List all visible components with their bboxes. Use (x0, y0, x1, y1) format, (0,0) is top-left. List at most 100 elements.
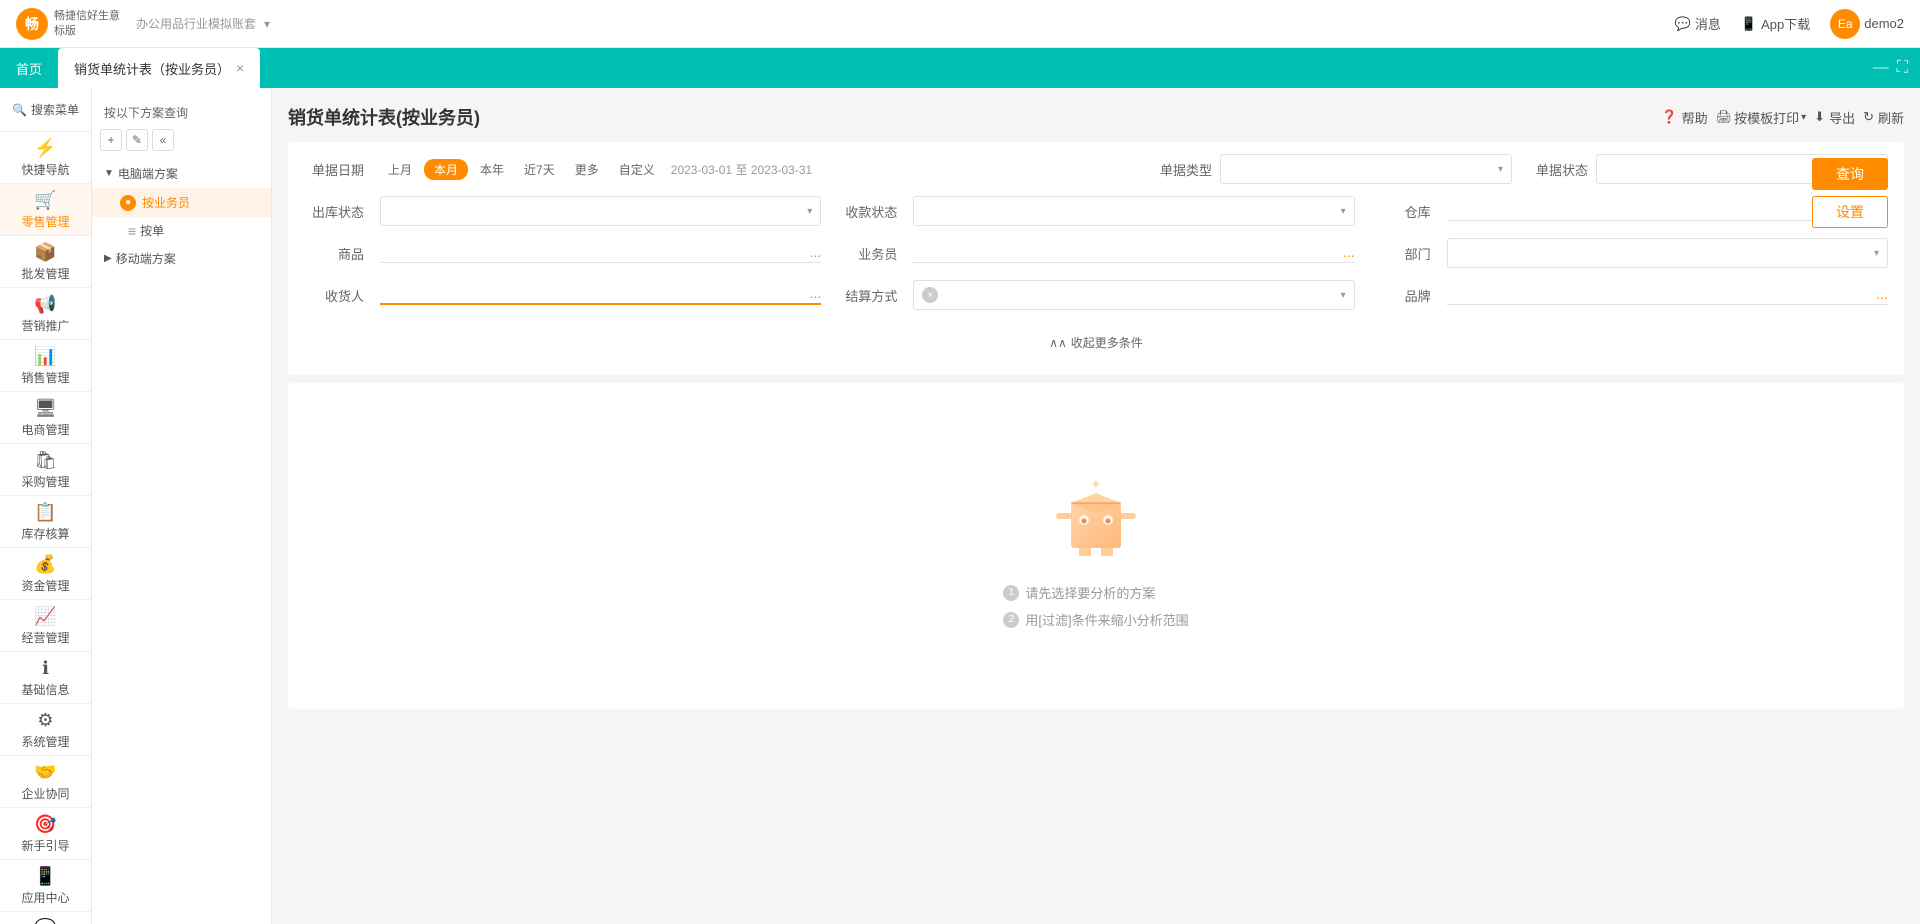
settlement-select[interactable]: × ▾ (913, 280, 1354, 310)
department-arrow-icon: ▾ (1874, 248, 1879, 259)
tab-expand-icon[interactable]: ⛶ (1897, 59, 1908, 77)
sidebar-item-guide[interactable]: 🎯 新手引导 (0, 808, 91, 860)
operations-icon: 📈 (34, 606, 56, 627)
salesman-input: ... (913, 244, 1354, 263)
triangle-icon: ▼ (104, 168, 114, 179)
breadcrumb: 办公用品行业模拟账套 (136, 15, 256, 32)
tab-close-icon[interactable]: × (236, 61, 244, 75)
date-tab-last-7-days[interactable]: 近7天 (516, 159, 563, 180)
desktop-scheme-section[interactable]: ▼ 电脑端方案 (92, 159, 271, 188)
query-button[interactable]: 查询 (1812, 158, 1888, 190)
settings-button[interactable]: 设置 (1812, 196, 1888, 228)
collab-icon: 🤝 (34, 762, 56, 783)
date-tab-this-month[interactable]: 本月 (424, 159, 468, 180)
header-left: 畅 畅捷信好生意 标版 办公用品行业模拟账套 ▾ (16, 8, 270, 40)
date-tab-more[interactable]: 更多 (567, 159, 607, 180)
brand-dots-button[interactable]: ... (1876, 286, 1888, 302)
filter-buttons: 查询 设置 (1812, 158, 1888, 228)
doc-type-label: 单据类型 (1152, 160, 1212, 179)
out-status-select[interactable]: ▾ (380, 196, 821, 226)
header-right: 💬 消息 📱 App下载 Ea demo2 (1675, 9, 1904, 39)
goods-col: ... (380, 244, 821, 263)
filter-section: 查询 设置 单据日期 上月 本月 本年 近7天 更多 自定义 2023-03-0… (288, 142, 1904, 375)
search-menu-button[interactable]: 🔍 搜索菜单 (0, 88, 91, 132)
tip-num-2: 2 (1003, 612, 1019, 628)
main-layout: 🔍 搜索菜单 ⚡ 快捷导航 🛒 零售管理 📦 批发管理 📢 营销推广 📊 销售管… (0, 88, 1920, 924)
receipt-status-select[interactable]: ▾ (913, 196, 1354, 226)
retail-icon: 🛒 (34, 190, 56, 211)
tab-minimize-icon[interactable]: — (1873, 59, 1889, 77)
mobile-scheme-section[interactable]: ▶ 移动端方案 (92, 244, 271, 273)
breadcrumb-arrow[interactable]: ▾ (264, 17, 270, 31)
apps-icon: 📱 (34, 866, 56, 887)
sidebar-item-system[interactable]: ⚙ 系统管理 (0, 704, 91, 756)
filter-row-status: 出库状态 ▾ 收款状态 ▾ 仓库 ... (304, 196, 1888, 226)
print-icon: 🖨 (1716, 109, 1733, 125)
print-button[interactable]: 🖨 按模板打印 ▾ (1716, 108, 1807, 127)
sidebar-item-basic-info[interactable]: ℹ 基础信息 (0, 652, 91, 704)
sidebar-item-collab[interactable]: 🤝 企业协同 (0, 756, 91, 808)
out-status-label: 出库状态 (304, 202, 364, 221)
salesman-dots-button[interactable]: ... (1343, 244, 1355, 260)
left-panel: 按以下方案查询 + ✎ « ▼ 电脑端方案 ● 按业务员 ≡ 按单 ▶ 移动端方… (92, 88, 272, 924)
department-select[interactable]: ▾ (1447, 238, 1888, 268)
collapse-panel-button[interactable]: « (152, 129, 174, 151)
receiver-dots-button[interactable]: ... (810, 285, 822, 301)
sidebar-item-purchase[interactable]: 🛍 采购管理 (0, 444, 91, 496)
sidebar-item-wholesale[interactable]: 📦 批发管理 (0, 236, 91, 288)
sidebar-item-ecommerce[interactable]: 🖥 电商管理 (0, 392, 91, 444)
help-icon: ❓ (1661, 109, 1677, 125)
settlement-col: × ▾ (913, 280, 1354, 310)
brand-label: 品牌 (1371, 286, 1431, 305)
sidebar-item-quick-nav[interactable]: ⚡ 快捷导航 (0, 132, 91, 184)
doc-type-col: 单据类型 ▾ (1152, 154, 1512, 184)
basic-info-icon: ℹ (42, 658, 49, 679)
empty-illustration: ✦ (1046, 463, 1146, 563)
sidebar-item-finance[interactable]: 💰 资金管理 (0, 548, 91, 600)
salesman-label: 业务员 (837, 244, 897, 263)
date-control: 上月 本月 本年 近7天 更多 自定义 2023-03-01 至 2023-03… (380, 159, 1136, 180)
logo-area: 畅 畅捷信好生意 标版 (16, 8, 120, 40)
tab-home[interactable]: 首页 (0, 48, 58, 88)
sidebar-item-apps[interactable]: 📱 应用中心 (0, 860, 91, 912)
empty-tips: 1 请先选择要分析的方案 2 用[过滤]条件来缩小分析范围 (1003, 583, 1188, 629)
department-label: 部门 (1371, 244, 1431, 263)
empty-state: ✦ 1 请先选择要分析的方案 2 用[过滤]条件来缩小分析范围 (308, 403, 1884, 689)
date-tab-last-month[interactable]: 上月 (380, 159, 420, 180)
settlement-clear-button[interactable]: × (922, 287, 938, 303)
app-download-button[interactable]: 📱 App下载 (1741, 14, 1810, 33)
date-label: 单据日期 (304, 160, 364, 179)
refresh-button[interactable]: ↻ 刷新 (1863, 108, 1904, 127)
collapse-row: ∧∧ 收起更多条件 (304, 322, 1888, 363)
quick-nav-icon: ⚡ (34, 138, 56, 159)
doc-type-select[interactable]: ▾ (1220, 154, 1512, 184)
sidebar-item-operations[interactable]: 📈 经营管理 (0, 600, 91, 652)
tab-sales-report[interactable]: 销货单统计表（按业务员） × (58, 48, 260, 88)
tab-bar: 首页 销货单统计表（按业务员） × — ⛶ (0, 48, 1920, 88)
collapse-conditions-button[interactable]: ∧∧ 收起更多条件 (1037, 330, 1155, 355)
add-scheme-button[interactable]: + (100, 129, 122, 151)
goods-dots-button[interactable]: ... (810, 244, 822, 260)
user-menu[interactable]: Ea demo2 (1830, 9, 1904, 39)
scheme-by-order[interactable]: ≡ 按单 (92, 217, 271, 244)
print-arrow-icon: ▾ (1801, 112, 1806, 123)
sidebar-item-wechat[interactable]: 💬 企业微信 (0, 912, 91, 924)
scheme-by-salesman[interactable]: ● 按业务员 (92, 188, 271, 217)
ecommerce-icon: 🖥 (34, 398, 57, 419)
sidebar-item-retail[interactable]: 🛒 零售管理 (0, 184, 91, 236)
sidebar-item-inventory[interactable]: 📋 库存核算 (0, 496, 91, 548)
warehouse-label: 仓库 (1371, 202, 1431, 221)
help-button[interactable]: ❓ 帮助 (1661, 108, 1707, 127)
sidebar-item-sales[interactable]: 📊 销售管理 (0, 340, 91, 392)
message-button[interactable]: 💬 消息 (1675, 14, 1721, 33)
date-tab-this-year[interactable]: 本年 (472, 159, 512, 180)
wholesale-icon: 📦 (34, 242, 56, 263)
receiver-input[interactable]: ... (380, 285, 821, 305)
export-button[interactable]: ⬇ 导出 (1814, 108, 1855, 127)
date-tab-custom[interactable]: 自定义 (611, 159, 663, 180)
edit-scheme-button[interactable]: ✎ (126, 129, 148, 151)
filter-row-receiver: 收货人 ... 结算方式 × ▾ 品牌 ... (304, 280, 1888, 310)
sidebar-item-marketing[interactable]: 📢 营销推广 (0, 288, 91, 340)
message-icon: 💬 (1675, 16, 1691, 32)
salesman-col: ... (913, 244, 1354, 263)
